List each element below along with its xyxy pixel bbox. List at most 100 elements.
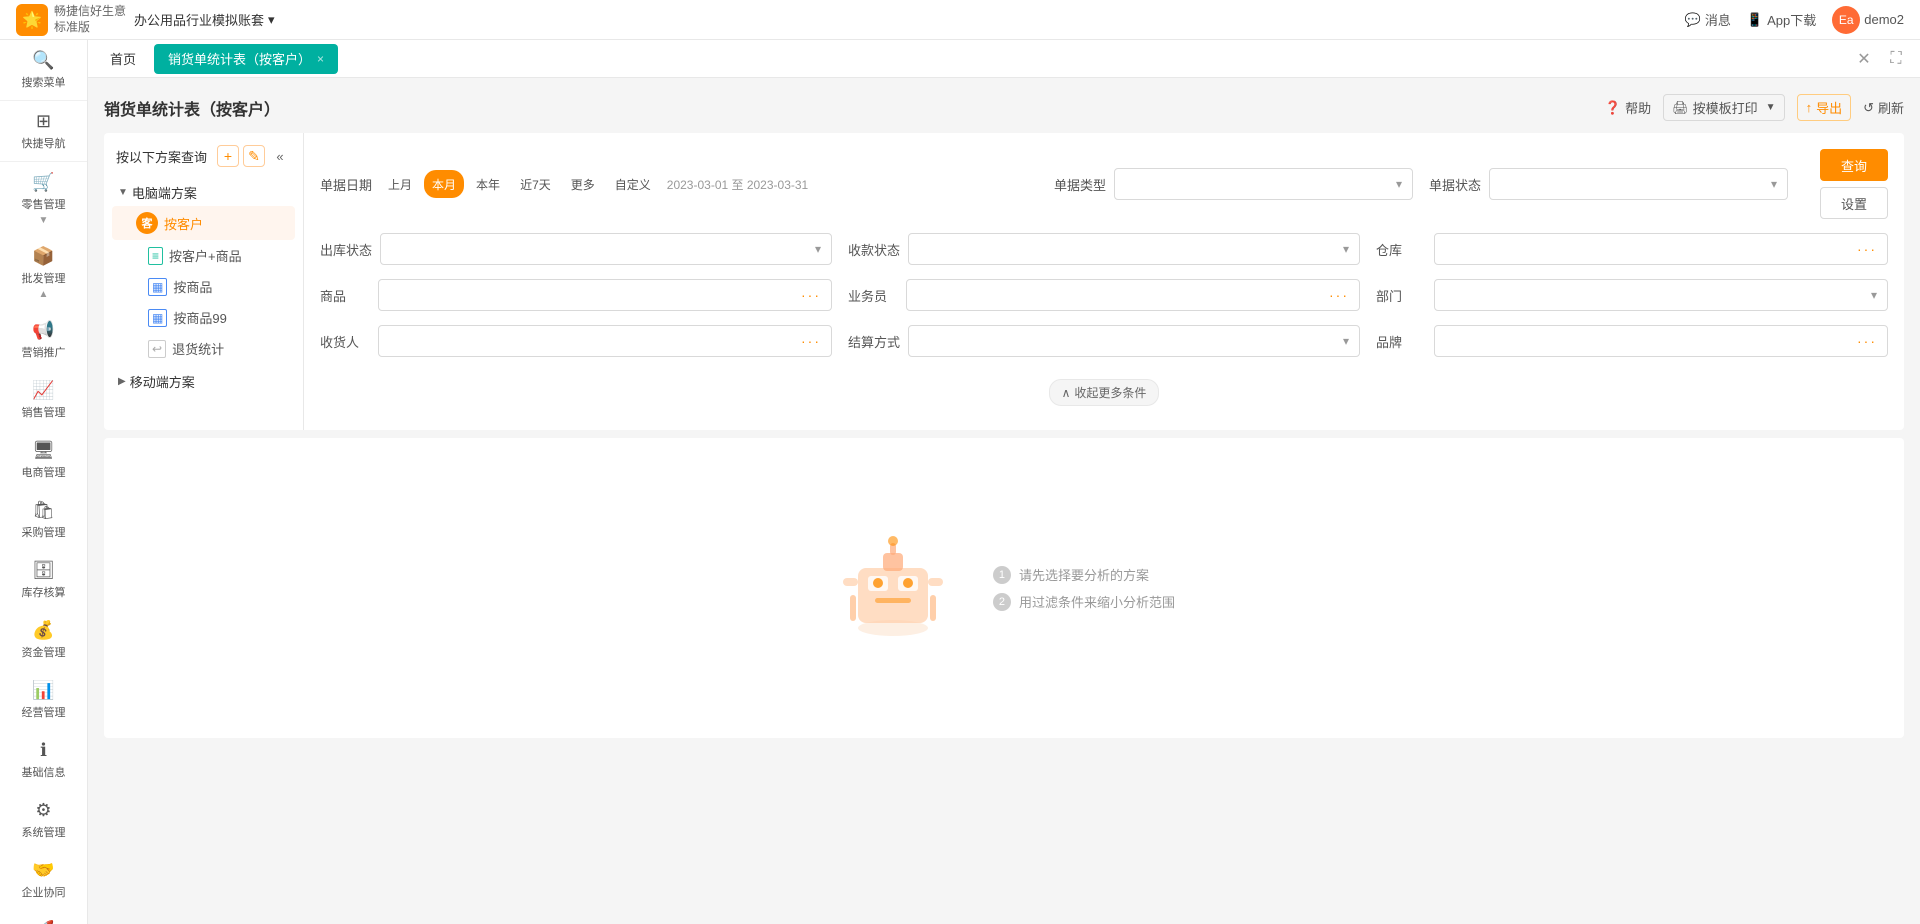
- ecommerce-icon: 🖥: [32, 440, 55, 461]
- step-1-text: 请先选择要分析的方案: [1019, 565, 1149, 584]
- print-button[interactable]: 🖨 按模板打印 ▼: [1663, 94, 1784, 121]
- close-window-icon[interactable]: ✕: [1852, 47, 1876, 71]
- warehouse-dots-icon[interactable]: ···: [1857, 241, 1877, 257]
- date-btn-more[interactable]: 更多: [563, 170, 603, 198]
- subtitle-dropdown[interactable]: 办公用品行业模拟账套 ▾: [134, 10, 275, 29]
- scheme-item-product99[interactable]: ▦ 按商品99: [124, 302, 295, 333]
- page-actions: ❓ 帮助 🖨 按模板打印 ▼ ↑ 导出 ↺: [1605, 94, 1904, 121]
- step-1-num: 1: [993, 566, 1011, 584]
- filter-salesperson-input[interactable]: ···: [906, 279, 1360, 311]
- date-btn-this-year[interactable]: 本年: [468, 170, 508, 198]
- collapse-bar: ∧ 收起更多条件: [320, 371, 1888, 414]
- sidebar-item-search[interactable]: 🔍 搜索菜单: [0, 40, 87, 101]
- refresh-button[interactable]: ↺ 刷新: [1863, 98, 1904, 117]
- action-buttons: 查询 设置: [1820, 149, 1888, 219]
- message-label: 消息: [1705, 10, 1731, 29]
- sidebar-item-inventory[interactable]: 🗄 库存核算: [0, 550, 87, 610]
- brand-dots-icon[interactable]: ···: [1857, 333, 1877, 349]
- refresh-label: 刷新: [1878, 98, 1904, 117]
- app-subtitle: 办公用品行业模拟账套: [134, 10, 264, 29]
- tab-home[interactable]: 首页: [96, 44, 150, 74]
- filter-department-input[interactable]: ▾: [1434, 279, 1888, 311]
- sidebar-item-guide[interactable]: 🚀 新手引导: [0, 910, 87, 924]
- sidebar-item-system[interactable]: ⚙ 系统管理: [0, 790, 87, 850]
- filter-receiver-item: 收货人 ···: [320, 325, 832, 357]
- app-wrapper: 🌟 畅捷信好生意 标准版 办公用品行业模拟账套 ▾ 💬 消息 📱 App下载: [0, 0, 1920, 924]
- filter-receiver-input[interactable]: ···: [378, 325, 832, 357]
- app-download-button[interactable]: 📱 App下载: [1747, 10, 1816, 29]
- filter-out-status-label: 出库状态: [320, 240, 372, 259]
- help-button[interactable]: ❓ 帮助: [1605, 98, 1651, 117]
- maximize-window-icon[interactable]: ⛶: [1884, 47, 1908, 71]
- export-button[interactable]: ↑ 导出: [1797, 94, 1852, 121]
- scheme-item-customer-product[interactable]: ≡ 按客户+商品: [124, 240, 295, 271]
- product99-icon: ▦: [148, 309, 167, 327]
- date-btn-this-month[interactable]: 本月: [424, 170, 464, 198]
- filter-warehouse-label: 仓库: [1376, 240, 1426, 259]
- user-menu[interactable]: Ea demo2: [1832, 6, 1904, 34]
- sidebar-item-collab[interactable]: 🤝 企业协同: [0, 850, 87, 910]
- app-download-label: App下载: [1767, 10, 1816, 29]
- sidebar-item-basic-info[interactable]: ℹ 基础信息: [0, 730, 87, 790]
- wholesale-icon: 📦: [32, 246, 54, 267]
- sidebar-item-marketing[interactable]: 📢 营销推广: [0, 310, 87, 370]
- scheme-item-label-product99: 按商品99: [173, 308, 226, 327]
- nav-icon: ⊞: [36, 111, 51, 132]
- filter-salesperson-label: 业务员: [848, 286, 898, 305]
- filter-out-status-input[interactable]: ▾: [380, 233, 832, 265]
- sidebar-item-wholesale[interactable]: 📦 批发管理 ▲: [0, 236, 87, 310]
- scheme-item-label-customer: 按客户: [164, 214, 203, 233]
- sidebar-label-search: 搜索菜单: [22, 74, 66, 90]
- sidebar-item-management[interactable]: 📊 经营管理: [0, 670, 87, 730]
- scheme-item-by-customer[interactable]: 客 按客户: [112, 206, 295, 240]
- filter-row-1: 单据日期 上月 本月 本年 近7天 更多 自定义 2023-03-01 至 20…: [320, 149, 1888, 219]
- salesperson-dots-icon[interactable]: ···: [1329, 287, 1349, 303]
- date-btn-custom[interactable]: 自定义: [607, 170, 659, 198]
- system-icon: ⚙: [35, 800, 51, 821]
- sidebar-item-sales[interactable]: 📈 销售管理: [0, 370, 87, 430]
- product-dots-icon[interactable]: ···: [801, 287, 821, 303]
- filter-product-label: 商品: [320, 286, 370, 305]
- filter-brand-input[interactable]: ···: [1434, 325, 1888, 357]
- sidebar-item-purchase[interactable]: 🛍 采购管理: [0, 490, 87, 550]
- scheme-desktop-header[interactable]: ▼ 电脑端方案: [112, 179, 295, 206]
- scheme-item-by-product[interactable]: ▦ 按商品: [124, 271, 295, 302]
- scheme-mobile-header[interactable]: ▶ 移动端方案: [112, 368, 295, 395]
- sidebar-item-nav[interactable]: ⊞ 快捷导航: [0, 101, 87, 162]
- scheme-add-icon[interactable]: +: [217, 145, 239, 167]
- logo-line2: 标准版: [54, 20, 126, 36]
- filter-row-3: 商品 ··· 业务员 ···: [320, 279, 1888, 311]
- filter-warehouse-input[interactable]: ···: [1434, 233, 1888, 265]
- sidebar-item-ecommerce[interactable]: 🖥 电商管理: [0, 430, 87, 490]
- query-button[interactable]: 查询: [1820, 149, 1888, 181]
- filter-department-item: 部门 ▾: [1376, 279, 1888, 311]
- sidebar-item-retail[interactable]: 🛒 零售管理 ▼: [0, 162, 87, 236]
- settlement-dropdown-icon: ▾: [1343, 334, 1349, 348]
- sidebar-label-retail: 零售管理: [22, 196, 66, 212]
- scheme-collapse-icon[interactable]: «: [269, 145, 291, 167]
- scheme-mobile-group: ▶ 移动端方案: [112, 368, 295, 395]
- scheme-edit-icon[interactable]: ✎: [243, 145, 265, 167]
- date-range-text: 2023-03-01 至 2023-03-31: [667, 176, 808, 193]
- scheme-item-return-stats[interactable]: ↩ 退货统计: [124, 333, 295, 364]
- filter-order-status-input[interactable]: ▾: [1489, 168, 1788, 200]
- mobile-group-arrow: ▶: [118, 376, 126, 387]
- filter-product-input[interactable]: ···: [378, 279, 832, 311]
- receiver-dots-icon[interactable]: ···: [801, 333, 821, 349]
- settings-button[interactable]: 设置: [1820, 187, 1888, 219]
- sidebar-label-finance: 资金管理: [22, 644, 66, 660]
- sidebar-item-finance[interactable]: 💰 资金管理: [0, 610, 87, 670]
- collapse-button[interactable]: ∧ 收起更多条件: [1049, 379, 1160, 406]
- tab-close-icon[interactable]: ×: [317, 52, 324, 66]
- tab-active[interactable]: 销货单统计表（按客户） ×: [154, 44, 338, 74]
- filter-payment-status-input[interactable]: ▾: [908, 233, 1360, 265]
- date-btn-last-month[interactable]: 上月: [380, 170, 420, 198]
- sidebar-label-sales: 销售管理: [22, 404, 66, 420]
- collab-icon: 🤝: [32, 860, 54, 881]
- filter-order-type-input[interactable]: ▾: [1114, 168, 1413, 200]
- tab-home-label: 首页: [110, 49, 136, 68]
- tab-bar: 首页 销货单统计表（按客户） × ✕ ⛶: [88, 40, 1920, 78]
- message-button[interactable]: 💬 消息: [1685, 10, 1731, 29]
- filter-settlement-input[interactable]: ▾: [908, 325, 1360, 357]
- date-btn-7days[interactable]: 近7天: [512, 170, 559, 198]
